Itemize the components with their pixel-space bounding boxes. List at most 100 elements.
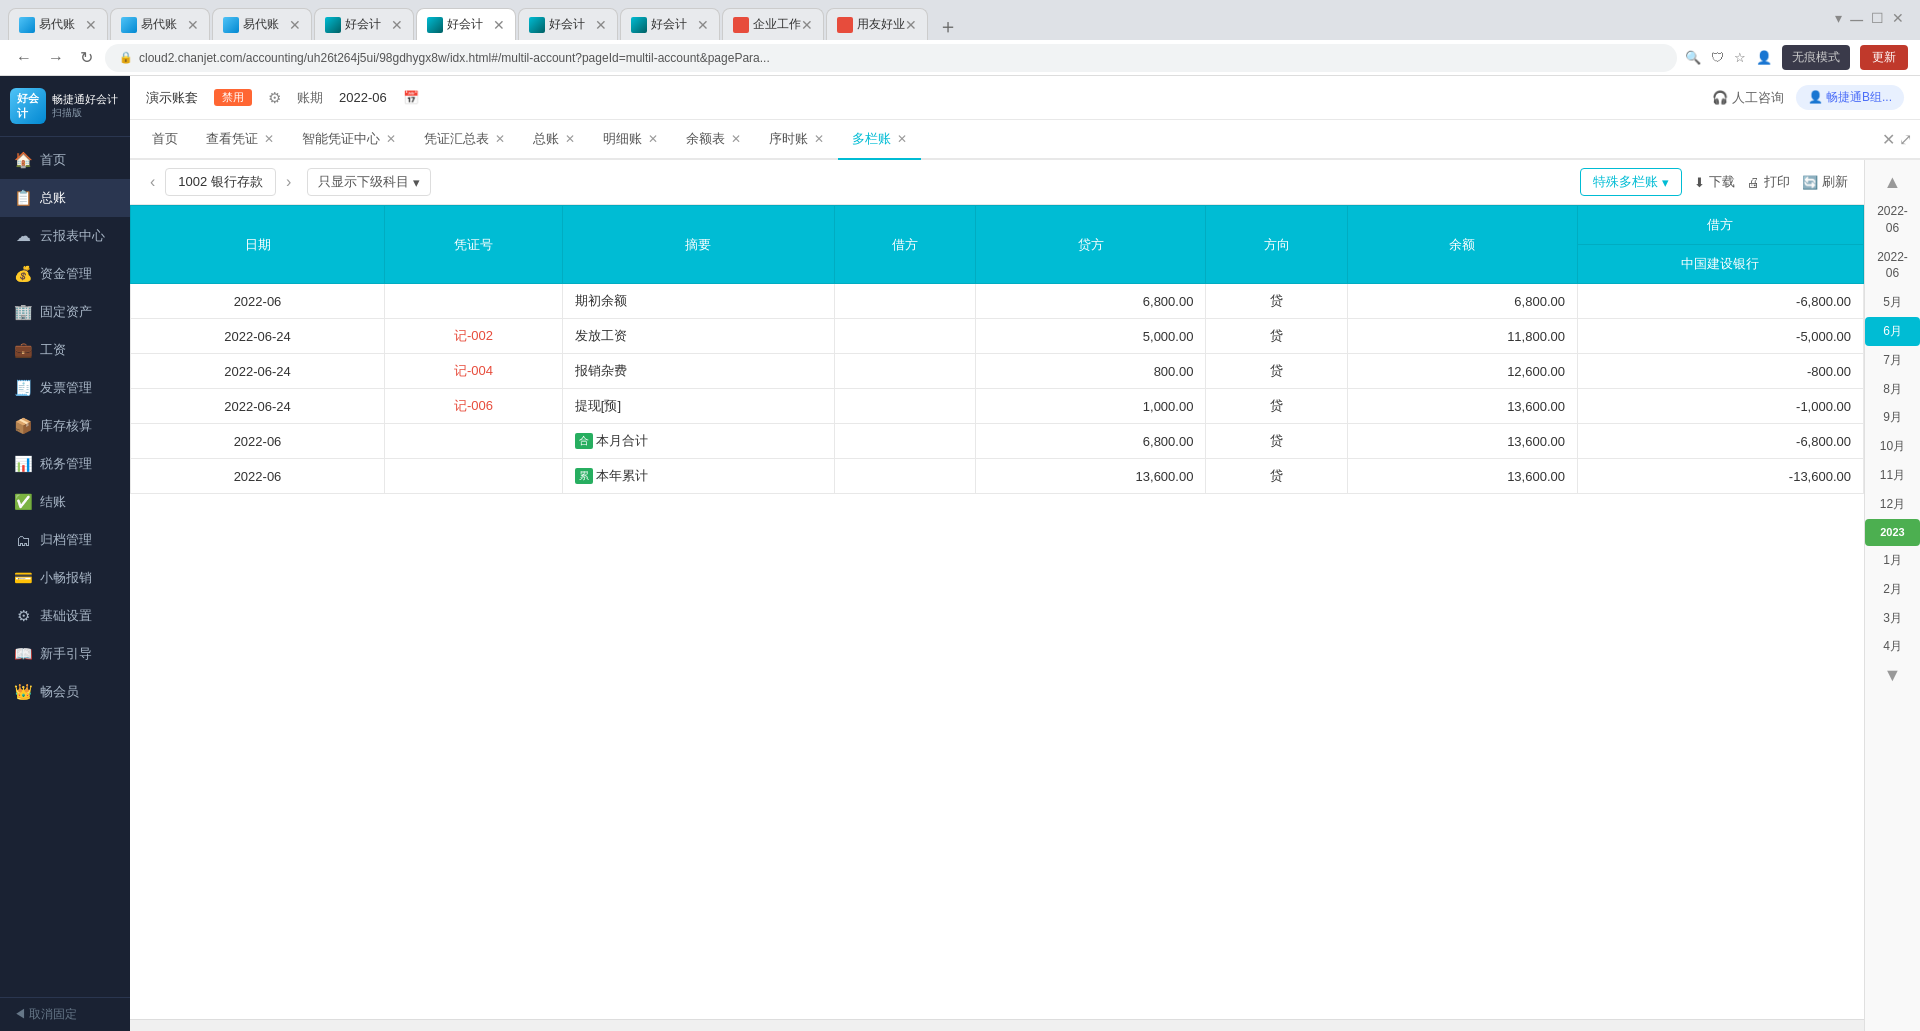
forward-button[interactable]: → [44,47,68,69]
tab-close-5[interactable]: ✕ [493,17,505,33]
close-tab-icon[interactable]: ✕ [1882,130,1895,149]
tab-smart-voucher[interactable]: 智能凭证中心 ✕ [288,120,410,160]
date-scroll-down[interactable]: ▼ [1865,661,1920,690]
sidebar-item-report[interactable]: ☁ 云报表中心 [0,217,130,255]
tab-journal-close[interactable]: ✕ [814,132,824,146]
tab-journal[interactable]: 序时账 ✕ [755,120,838,160]
tab-general-ledger-close[interactable]: ✕ [565,132,575,146]
browser-tab-2[interactable]: 易代账 ✕ [110,8,210,40]
tab-close-8[interactable]: ✕ [801,17,813,33]
voucher-link-4[interactable]: 记-006 [454,398,493,413]
tab-close-2[interactable]: ✕ [187,17,199,33]
refresh-button[interactable]: 🔄 刷新 [1802,173,1848,191]
user-badge[interactable]: 👤 畅捷通B组... [1796,85,1904,110]
date-item-september[interactable]: 9月 [1865,403,1920,432]
account-prev-button[interactable]: ‹ [146,171,159,193]
tab-close-1[interactable]: ✕ [85,17,97,33]
filter-button[interactable]: 只显示下级科目 ▾ [307,168,431,196]
print-button[interactable]: 🖨 打印 [1747,173,1790,191]
calendar-icon[interactable]: 📅 [403,90,419,105]
date-item-may[interactable]: 5月 [1865,288,1920,317]
star-icon[interactable]: ☆ [1734,50,1746,65]
tab-close-4[interactable]: ✕ [391,17,403,33]
update-button[interactable]: 更新 [1860,45,1908,70]
sidebar-item-ledger[interactable]: 📋 总账 [0,179,130,217]
date-item-2022-06-1[interactable]: 2022-06 [1865,197,1920,243]
tab-close-9[interactable]: ✕ [905,17,917,33]
tab-close-3[interactable]: ✕ [289,17,301,33]
sidebar-item-invoice[interactable]: 🧾 发票管理 [0,369,130,407]
refresh-button[interactable]: ↻ [76,46,97,69]
sidebar-item-close[interactable]: ✅ 结账 [0,483,130,521]
date-item-july[interactable]: 7月 [1865,346,1920,375]
browser-tab-5[interactable]: 好会计 ✕ [416,8,516,40]
tab-voucher-summary-close[interactable]: ✕ [495,132,505,146]
back-button[interactable]: ← [12,47,36,69]
profile-icon[interactable]: 👤 [1756,50,1772,65]
horizontal-scrollbar[interactable] [130,1019,1864,1031]
close-window-button[interactable]: ✕ [1892,10,1904,31]
browser-tab-6[interactable]: 好会计 ✕ [518,8,618,40]
search-icon[interactable]: 🔍 [1685,50,1701,65]
date-item-apr[interactable]: 4月 [1865,632,1920,661]
tab-voucher-summary[interactable]: 凭证汇总表 ✕ [410,120,519,160]
tab-close-6[interactable]: ✕ [595,17,607,33]
tab-multicolumn-close[interactable]: ✕ [897,132,907,146]
sidebar-collapse-button[interactable]: ◀ 取消固定 [0,997,130,1031]
sidebar-item-settings[interactable]: ⚙ 基础设置 [0,597,130,635]
sidebar-item-member[interactable]: 👑 畅会员 [0,673,130,711]
date-item-feb[interactable]: 2月 [1865,575,1920,604]
account-settings-icon[interactable]: ⚙ [268,89,281,107]
tab-balance[interactable]: 余额表 ✕ [672,120,755,160]
tab-multicolumn[interactable]: 多栏账 ✕ [838,120,921,160]
browser-tab-7[interactable]: 好会计 ✕ [620,8,720,40]
sidebar-item-home[interactable]: 🏠 首页 [0,141,130,179]
new-tab-button[interactable]: ＋ [930,13,966,40]
account-status-badge[interactable]: 禁用 [214,89,252,106]
sidebar-item-salary[interactable]: 💼 工资 [0,331,130,369]
voucher-link-2[interactable]: 记-002 [454,328,493,343]
tab-detail-ledger[interactable]: 明细账 ✕ [589,120,672,160]
sidebar-item-archive[interactable]: 🗂 归档管理 [0,521,130,559]
tab-list-button[interactable]: ▾ [1835,10,1842,31]
consult-button[interactable]: 🎧 人工咨询 [1712,89,1784,107]
browser-tab-8[interactable]: 企业工作 ✕ [722,8,824,40]
sidebar-item-expense[interactable]: 💳 小畅报销 [0,559,130,597]
browser-tab-9[interactable]: 用友好业 ✕ [826,8,928,40]
account-next-button[interactable]: › [282,171,295,193]
maximize-button[interactable]: ☐ [1871,10,1884,31]
tab-balance-close[interactable]: ✕ [731,132,741,146]
shield-icon[interactable]: 🛡 [1711,50,1724,65]
voucher-link-3[interactable]: 记-004 [454,363,493,378]
date-item-november[interactable]: 11月 [1865,461,1920,490]
date-item-mar[interactable]: 3月 [1865,604,1920,633]
date-scroll-up[interactable]: ▲ [1865,168,1920,197]
expand-tab-icon[interactable]: ⤢ [1899,130,1912,149]
sidebar-item-tax[interactable]: 📊 税务管理 [0,445,130,483]
account-code[interactable]: 1002 银行存款 [165,168,276,196]
tab-view-voucher[interactable]: 查看凭证 ✕ [192,120,288,160]
tab-view-voucher-close[interactable]: ✕ [264,132,274,146]
tab-home[interactable]: 首页 [138,120,192,160]
date-item-june[interactable]: 6月 [1865,317,1920,346]
sidebar-item-assets[interactable]: 🏢 固定资产 [0,293,130,331]
date-item-2022-06-2[interactable]: 2022-06 [1865,243,1920,289]
sidebar-item-guide[interactable]: 📖 新手引导 [0,635,130,673]
minimize-button[interactable]: ─ [1850,10,1863,31]
no-trace-button[interactable]: 无痕模式 [1782,45,1850,70]
sidebar-item-fund[interactable]: 💰 资金管理 [0,255,130,293]
browser-tab-4[interactable]: 好会计 ✕ [314,8,414,40]
date-item-august[interactable]: 8月 [1865,375,1920,404]
tab-detail-ledger-close[interactable]: ✕ [648,132,658,146]
browser-tab-3[interactable]: 易代账 ✕ [212,8,312,40]
sidebar-item-inventory[interactable]: 📦 库存核算 [0,407,130,445]
special-multicolumn-button[interactable]: 特殊多栏账 ▾ [1580,168,1682,196]
date-item-2023[interactable]: 2023 [1865,519,1920,546]
date-item-jan[interactable]: 1月 [1865,546,1920,575]
date-item-october[interactable]: 10月 [1865,432,1920,461]
tab-smart-voucher-close[interactable]: ✕ [386,132,396,146]
date-item-december[interactable]: 12月 [1865,490,1920,519]
tab-close-7[interactable]: ✕ [697,17,709,33]
tab-general-ledger[interactable]: 总账 ✕ [519,120,589,160]
address-input[interactable]: 🔒 cloud2.chanjet.com/accounting/uh26t264… [105,44,1677,72]
